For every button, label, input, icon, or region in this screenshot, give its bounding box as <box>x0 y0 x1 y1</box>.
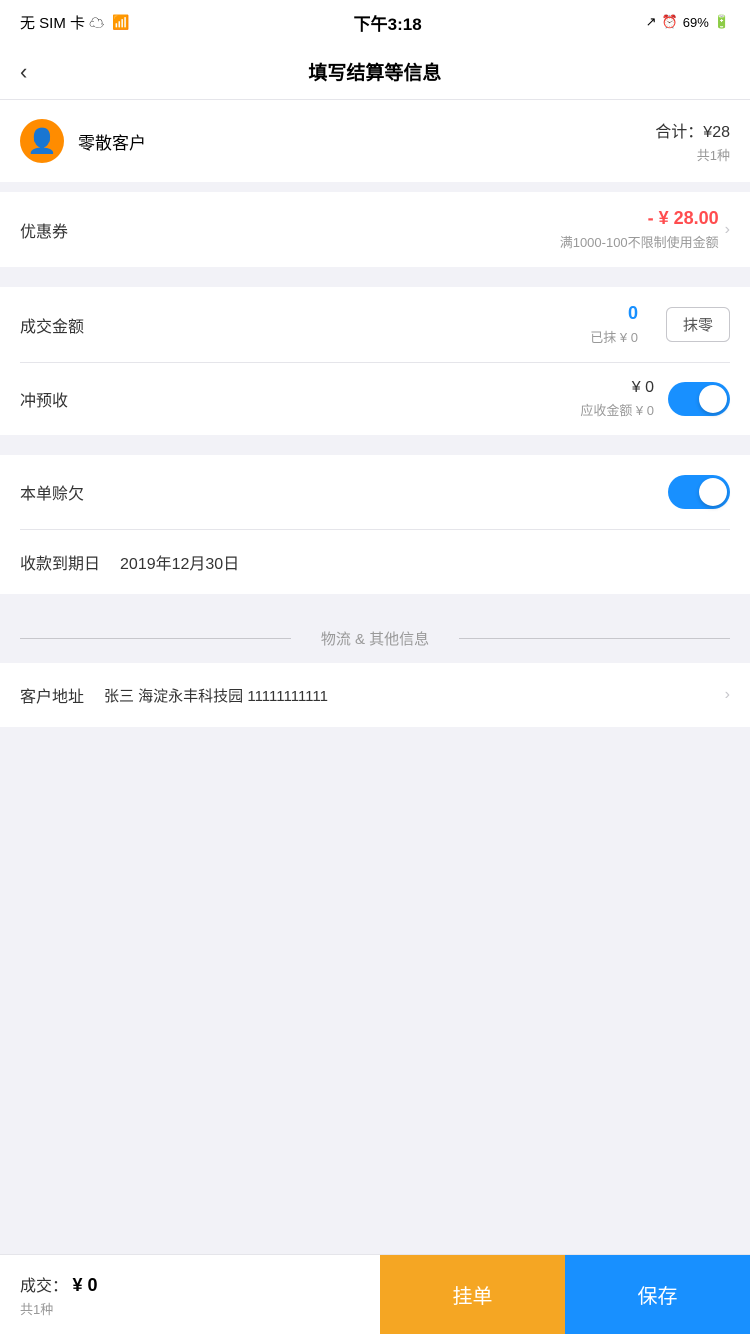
nav-bar: ‹ 填写结算等信息 <box>0 44 750 100</box>
transaction-value: 0 <box>590 303 638 324</box>
save-button-label: 保存 <box>638 1280 678 1309</box>
transaction-right: 0 已抹 ¥ 0 抹零 <box>590 303 730 346</box>
customer-left: 👤 零散客户 <box>20 119 146 163</box>
empty-space <box>0 737 750 937</box>
round-button[interactable]: 抹零 <box>666 307 730 342</box>
coupon-text-block: - ¥ 28.00 满1000-100不限制使用金额 <box>560 208 719 251</box>
bottom-count: 共1种 <box>20 1299 360 1318</box>
address-label: 客户地址 <box>20 683 84 707</box>
customer-row: 👤 零散客户 合计：¥28 共1种 <box>0 100 750 182</box>
bottom-deal-label: 成交： <box>20 1278 68 1295</box>
logistics-line-right <box>459 638 730 639</box>
address-chevron-icon: › <box>725 686 730 704</box>
transaction-value-block: 0 已抹 ¥ 0 <box>590 303 638 346</box>
customer-summary: 合计：¥28 共1种 <box>655 118 730 164</box>
battery-label: 69% <box>683 15 709 30</box>
main-content: 👤 零散客户 合计：¥28 共1种 优惠券 - ¥ 28.00 满1000-10… <box>0 100 750 1037</box>
sim-label: 无 SIM 卡 ☁ <box>20 12 104 33</box>
logistics-line-left <box>20 638 291 639</box>
prepay-value: ¥ 0 <box>580 379 654 397</box>
hang-button[interactable]: 挂单 <box>380 1255 565 1334</box>
status-time: 下午3:18 <box>354 10 422 35</box>
bottom-deal-line: 成交： ¥ 0 <box>20 1272 360 1296</box>
arrearage-toggle[interactable] <box>668 475 730 509</box>
prepay-sub: 应收金额 ¥ 0 <box>580 400 654 419</box>
location-icon: ↗ <box>646 14 657 30</box>
customer-section: 👤 零散客户 合计：¥28 共1种 <box>0 100 750 182</box>
battery-icon: 🔋 <box>714 14 730 30</box>
transaction-label: 成交金额 <box>20 313 84 337</box>
transaction-section: 成交金额 0 已抹 ¥ 0 抹零 冲预收 ¥ 0 应收金额 ¥ 0 <box>0 287 750 435</box>
total-count: 共1种 <box>655 145 730 164</box>
address-section: 客户地址 张三 海淀永丰科技园 11111111111 › <box>0 663 750 727</box>
avatar: 👤 <box>20 119 64 163</box>
prepay-text-block: ¥ 0 应收金额 ¥ 0 <box>580 379 654 419</box>
alarm-icon: ⏰ <box>662 14 678 30</box>
coupon-section: 优惠券 - ¥ 28.00 满1000-100不限制使用金额 › <box>0 192 750 267</box>
page-title: 填写结算等信息 <box>308 58 441 85</box>
prepay-row: 冲预收 ¥ 0 应收金额 ¥ 0 <box>0 363 750 435</box>
toggle-knob <box>699 385 727 413</box>
address-row[interactable]: 客户地址 张三 海淀永丰科技园 11111111111 › <box>0 663 750 727</box>
status-right: ↗ ⏰ 69% 🔋 <box>646 14 730 30</box>
coupon-discount: - ¥ 28.00 <box>560 208 719 229</box>
logistics-label: 物流 & 其他信息 <box>321 628 429 649</box>
bottom-summary: 成交： ¥ 0 共1种 <box>0 1272 380 1318</box>
status-left: 无 SIM 卡 ☁ 📶 <box>20 12 130 33</box>
customer-name: 零散客户 <box>78 129 146 154</box>
bottom-bar: 成交： ¥ 0 共1种 挂单 保存 <box>0 1254 750 1334</box>
coupon-description: 满1000-100不限制使用金额 <box>560 232 719 251</box>
arrearage-section: 本单赊欠 收款到期日 2019年12月30日 <box>0 455 750 594</box>
back-button[interactable]: ‹ <box>20 59 27 85</box>
arrearage-toggle-knob <box>699 478 727 506</box>
arrearage-label: 本单赊欠 <box>20 480 84 504</box>
prepay-right: ¥ 0 应收金额 ¥ 0 <box>580 379 730 419</box>
section-sep-3 <box>0 604 750 614</box>
total-amount: 合计：¥28 <box>655 118 730 142</box>
coupon-chevron-icon: › <box>725 221 730 239</box>
address-value: 张三 海淀永丰科技园 11111111111 <box>104 685 725 706</box>
hang-button-label: 挂单 <box>453 1280 493 1309</box>
due-date-value: 2019年12月30日 <box>120 550 239 574</box>
coupon-right: - ¥ 28.00 满1000-100不限制使用金额 › <box>560 208 730 251</box>
transaction-row: 成交金额 0 已抹 ¥ 0 抹零 <box>0 287 750 362</box>
due-date-row: 收款到期日 2019年12月30日 <box>0 530 750 594</box>
save-button[interactable]: 保存 <box>565 1255 750 1334</box>
transaction-sub: 已抹 ¥ 0 <box>590 327 638 346</box>
section-sep-2 <box>0 445 750 455</box>
prepay-toggle[interactable] <box>668 382 730 416</box>
wifi-icon: 📶 <box>112 14 129 31</box>
arrearage-row: 本单赊欠 <box>0 455 750 529</box>
due-date-label: 收款到期日 <box>20 550 100 574</box>
prepay-label: 冲预收 <box>20 387 68 411</box>
section-sep-1 <box>0 277 750 287</box>
status-bar: 无 SIM 卡 ☁ 📶 下午3:18 ↗ ⏰ 69% 🔋 <box>0 0 750 44</box>
bottom-deal-amount: ¥ 0 <box>72 1275 97 1295</box>
coupon-row[interactable]: 优惠券 - ¥ 28.00 满1000-100不限制使用金额 › <box>0 192 750 267</box>
logistics-header: 物流 & 其他信息 <box>0 614 750 663</box>
coupon-label: 优惠券 <box>20 218 68 242</box>
avatar-icon: 👤 <box>27 127 57 156</box>
